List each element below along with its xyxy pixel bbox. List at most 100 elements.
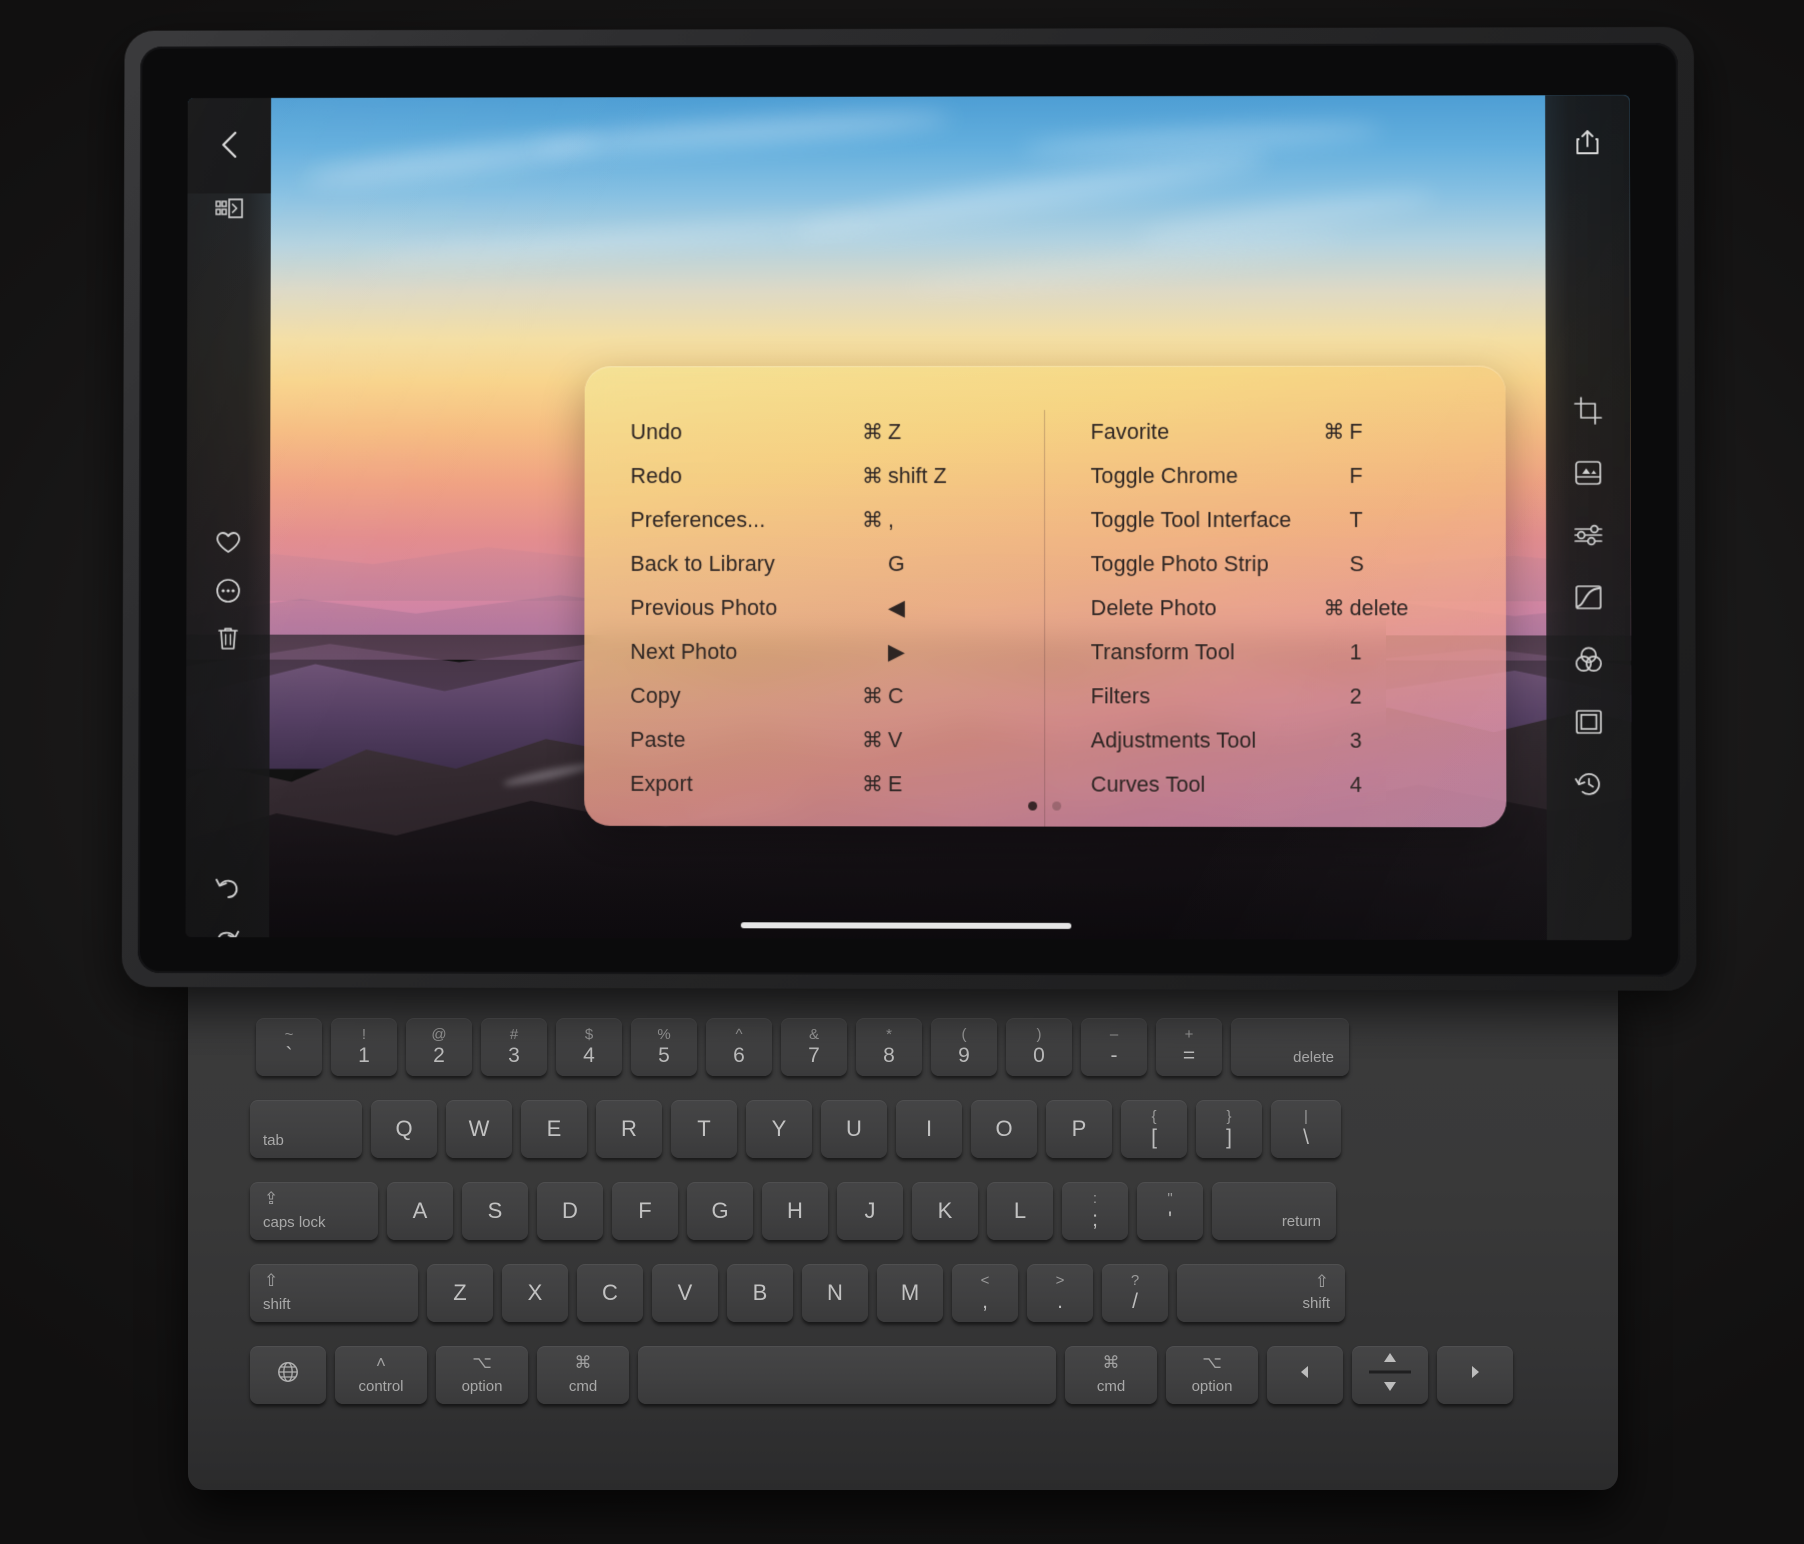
more-icon[interactable] bbox=[205, 568, 251, 614]
trash-icon[interactable] bbox=[205, 616, 251, 662]
key-comma[interactable]: <, bbox=[952, 1264, 1018, 1322]
key-quote[interactable]: " ' bbox=[1137, 1182, 1203, 1240]
key-bracket-right[interactable]: }] bbox=[1196, 1100, 1262, 1158]
key-bracket-left[interactable]: {[ bbox=[1121, 1100, 1187, 1158]
shortcut-row[interactable]: Curves Tool 4 bbox=[1091, 762, 1460, 807]
key-g[interactable]: G bbox=[687, 1182, 753, 1240]
curves-icon[interactable] bbox=[1565, 574, 1611, 620]
shortcut-row[interactable]: Favorite ⌘ F bbox=[1091, 410, 1460, 454]
key-1[interactable]: ! 1 bbox=[331, 1018, 397, 1076]
key-tab[interactable]: tab bbox=[250, 1100, 362, 1158]
key-cmd-right[interactable]: ⌘ cmd bbox=[1065, 1346, 1157, 1404]
shortcut-row[interactable]: Adjustments Tool 3 bbox=[1091, 718, 1460, 763]
key-caps-lock[interactable]: ⇪ caps lock bbox=[250, 1182, 378, 1240]
key-e[interactable]: E bbox=[521, 1100, 587, 1158]
key-t[interactable]: T bbox=[671, 1100, 737, 1158]
page-dot-active[interactable] bbox=[1027, 801, 1037, 811]
key-minus[interactable]: – - bbox=[1081, 1018, 1147, 1076]
shortcut-row[interactable]: Back to Library G bbox=[630, 542, 997, 586]
key-b[interactable]: B bbox=[727, 1264, 793, 1322]
key-7[interactable]: & 7 bbox=[781, 1018, 847, 1076]
shortcut-row[interactable]: Delete Photo ⌘ delete bbox=[1091, 586, 1460, 630]
shortcut-row[interactable]: Toggle Chrome F bbox=[1091, 454, 1460, 498]
key-9[interactable]: (9 bbox=[931, 1018, 997, 1076]
key-equals[interactable]: + = bbox=[1156, 1018, 1222, 1076]
key-j[interactable]: J bbox=[837, 1182, 903, 1240]
key-arrow-left[interactable] bbox=[1267, 1346, 1343, 1404]
key-p[interactable]: P bbox=[1046, 1100, 1112, 1158]
shortcut-row[interactable]: Paste ⌘ V bbox=[630, 718, 997, 762]
key-option-left[interactable]: ⌥ option bbox=[436, 1346, 528, 1404]
key-c[interactable]: C bbox=[577, 1264, 643, 1322]
shortcut-row[interactable]: Next Photo ▶ bbox=[630, 630, 997, 674]
key-i[interactable]: I bbox=[896, 1100, 962, 1158]
shortcut-row[interactable]: Previous Photo ◀ bbox=[630, 586, 997, 630]
shortcut-row[interactable]: Export ⌘ E bbox=[630, 762, 998, 807]
key-h[interactable]: H bbox=[762, 1182, 828, 1240]
key-delete[interactable]: delete bbox=[1231, 1018, 1349, 1076]
back-icon-top[interactable] bbox=[206, 122, 252, 168]
shortcut-row[interactable]: Redo ⌘ shift Z bbox=[630, 454, 997, 498]
heart-icon[interactable] bbox=[205, 520, 251, 566]
shortcut-row[interactable]: Undo ⌘ Z bbox=[630, 410, 997, 454]
key-arrow-right[interactable] bbox=[1437, 1346, 1513, 1404]
key-k[interactable]: K bbox=[912, 1182, 978, 1240]
shortcut-row[interactable]: Copy ⌘ C bbox=[630, 674, 997, 718]
key-globe[interactable] bbox=[250, 1346, 326, 1404]
key-option-right[interactable]: ⌥ option bbox=[1166, 1346, 1258, 1404]
key-n[interactable]: N bbox=[802, 1264, 868, 1322]
panel-page-dots[interactable] bbox=[584, 801, 1506, 811]
key-slash[interactable]: ? / bbox=[1102, 1264, 1168, 1322]
key-backslash[interactable]: | \ bbox=[1271, 1100, 1341, 1158]
key-space[interactable] bbox=[638, 1346, 1056, 1404]
key-a[interactable]: A bbox=[387, 1182, 453, 1240]
key-8[interactable]: * 8 bbox=[856, 1018, 922, 1076]
filters-icon[interactable] bbox=[1565, 450, 1611, 496]
key-period[interactable]: >. bbox=[1027, 1264, 1093, 1322]
key-o[interactable]: O bbox=[971, 1100, 1037, 1158]
key-q[interactable]: Q bbox=[371, 1100, 437, 1158]
key-4[interactable]: $4 bbox=[556, 1018, 622, 1076]
shortcut-row[interactable]: Preferences... ⌘ , bbox=[630, 498, 997, 542]
shortcut-row[interactable]: Toggle Tool Interface T bbox=[1091, 498, 1460, 542]
key-0[interactable]: ) 0 bbox=[1006, 1018, 1072, 1076]
shortcut-row[interactable]: Filters 2 bbox=[1091, 674, 1460, 718]
key-backtick[interactable]: ~ ` bbox=[256, 1018, 322, 1076]
key-x[interactable]: X bbox=[502, 1264, 568, 1322]
key-y[interactable]: Y bbox=[746, 1100, 812, 1158]
color-wheels-icon[interactable] bbox=[1565, 636, 1611, 682]
key-z[interactable]: Z bbox=[427, 1264, 493, 1322]
undo-icon[interactable] bbox=[204, 865, 250, 911]
key-2[interactable]: @2 bbox=[406, 1018, 472, 1076]
key-6[interactable]: ^ 6 bbox=[706, 1018, 772, 1076]
key-u[interactable]: U bbox=[821, 1100, 887, 1158]
key-s[interactable]: S bbox=[462, 1182, 528, 1240]
key-5[interactable]: % 5 bbox=[631, 1018, 697, 1076]
key-l[interactable]: L bbox=[987, 1182, 1053, 1240]
key-cmd-left[interactable]: ⌘ cmd bbox=[537, 1346, 629, 1404]
key-r[interactable]: R bbox=[596, 1100, 662, 1158]
page-dot[interactable] bbox=[1051, 801, 1061, 811]
history-icon[interactable] bbox=[1566, 761, 1612, 807]
shortcut-row[interactable]: Transform Tool 1 bbox=[1091, 630, 1460, 674]
key-semicolon[interactable]: :; bbox=[1062, 1182, 1128, 1240]
key-v[interactable]: V bbox=[652, 1264, 718, 1322]
key-return[interactable]: return bbox=[1212, 1182, 1336, 1240]
key-shift-right[interactable]: ⇧ shift bbox=[1177, 1264, 1345, 1322]
home-indicator[interactable] bbox=[740, 922, 1072, 929]
key-w[interactable]: W bbox=[446, 1100, 512, 1158]
key-arrow-updown[interactable] bbox=[1352, 1346, 1428, 1404]
adjustments-icon[interactable] bbox=[1565, 512, 1611, 558]
key-3[interactable]: #3 bbox=[481, 1018, 547, 1076]
key-f[interactable]: F bbox=[612, 1182, 678, 1240]
keyboard-shortcuts-panel[interactable]: Undo ⌘ Z Redo ⌘ shift Z Preferences... ⌘… bbox=[584, 365, 1507, 828]
crop-icon[interactable] bbox=[1565, 388, 1611, 434]
key-d[interactable]: D bbox=[537, 1182, 603, 1240]
key-shift-left[interactable]: ⇧ shift bbox=[250, 1264, 418, 1322]
redo-icon[interactable] bbox=[204, 917, 250, 940]
key-m[interactable]: M bbox=[877, 1264, 943, 1322]
frame-icon[interactable] bbox=[1566, 699, 1612, 745]
key-control[interactable]: ˄ control bbox=[335, 1346, 427, 1404]
shortcut-row[interactable]: Toggle Photo Strip S bbox=[1091, 542, 1460, 586]
share-icon[interactable] bbox=[1564, 119, 1610, 165]
